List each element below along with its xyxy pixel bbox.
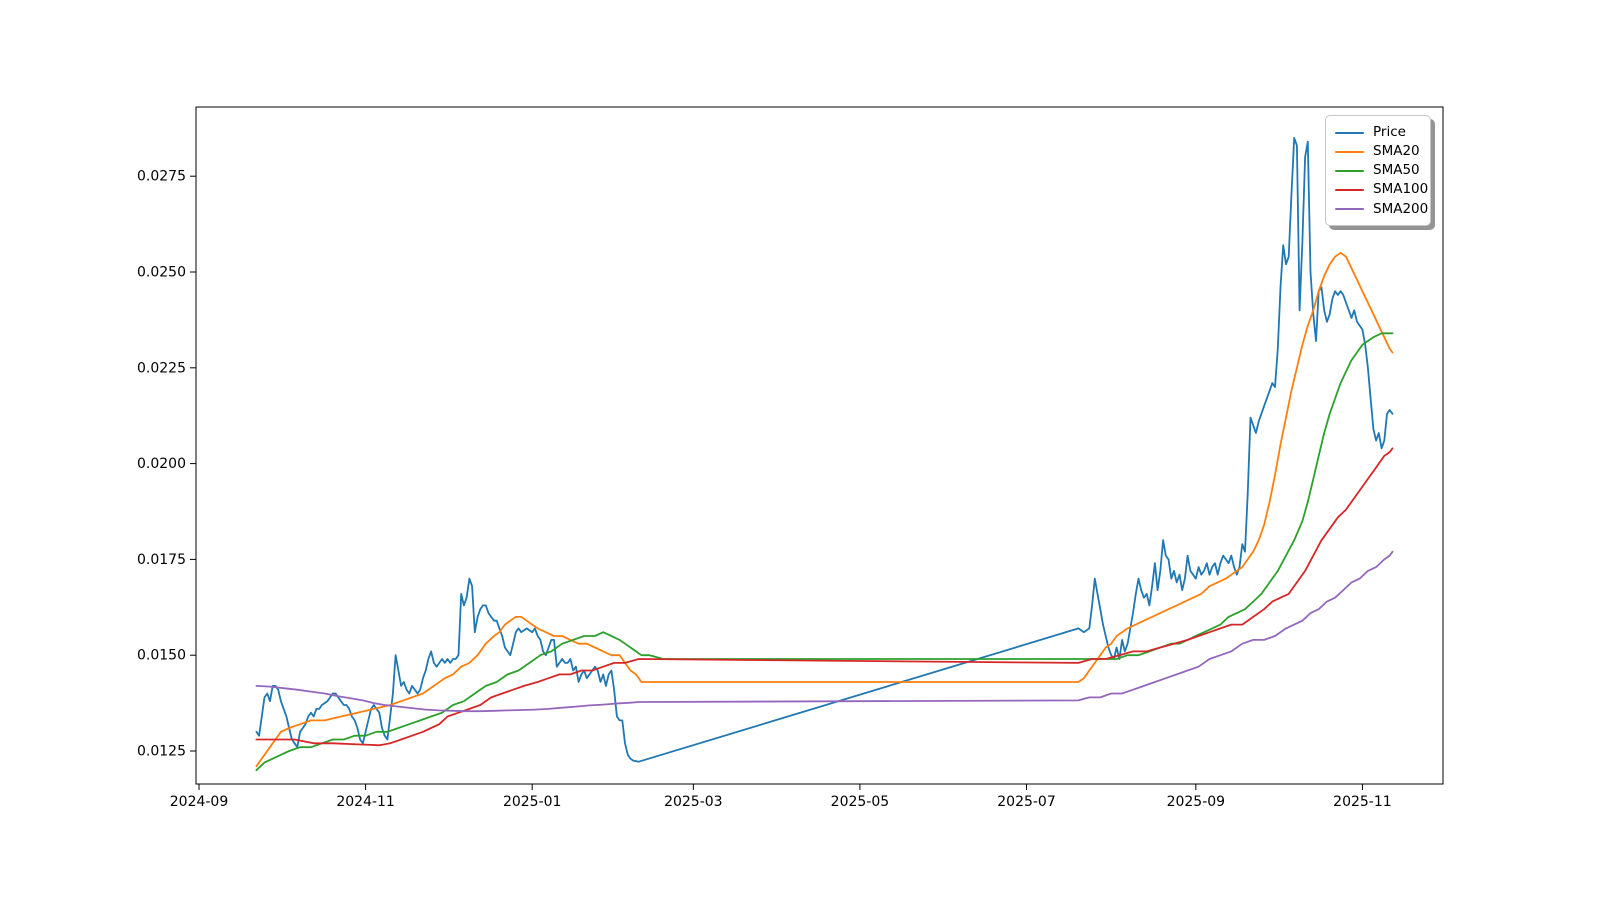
y-tick-label: 0.0175 — [137, 552, 186, 568]
legend-label-sma50: SMA50 — [1373, 162, 1420, 179]
x-tick-label: 2025-07 — [997, 794, 1056, 810]
legend-label-price: Price — [1373, 123, 1406, 140]
series-line-sma200 — [255, 550, 1394, 713]
y-tick-label: 0.0275 — [137, 169, 186, 185]
x-tick-label: 2025-03 — [664, 794, 723, 810]
series-line-sma20 — [255, 251, 1394, 768]
legend-line-sample-sma200 — [1335, 208, 1364, 211]
legend-line-sample-sma20 — [1335, 150, 1364, 153]
legend-item-price: Price — [1335, 123, 1425, 142]
x-tick-label: 2025-11 — [1333, 794, 1392, 810]
legend-label-sma20: SMA20 — [1373, 143, 1420, 160]
y-tick-label: 0.0200 — [137, 456, 186, 472]
chart-figure: 2024-09 2024-11 2025-01 2025-03 2025-05 2025-… — [0, 0, 1600, 900]
legend-label-sma100: SMA100 — [1373, 181, 1429, 198]
y-tick-label: 0.0125 — [137, 744, 186, 760]
legend-item-sma200: SMA200 — [1335, 200, 1429, 219]
legend-line-sample-price — [1335, 131, 1364, 134]
y-tick-label: 0.0250 — [137, 265, 186, 281]
x-tick-label: 2025-01 — [503, 794, 562, 810]
y-tick-label: 0.0225 — [137, 360, 186, 376]
legend-item-sma100: SMA100 — [1335, 181, 1429, 200]
x-tick-label: 2024-11 — [336, 794, 395, 810]
legend: Price SMA20 SMA50 SMA100 SMA200 — [1325, 115, 1431, 226]
y-tick-label: 0.0150 — [137, 648, 186, 664]
legend-label-sma200: SMA200 — [1373, 200, 1429, 217]
legend-line-sample-sma50 — [1335, 169, 1364, 172]
legend-item-sma20: SMA20 — [1335, 142, 1425, 161]
x-tick-label: 2025-05 — [831, 794, 890, 810]
x-tick-label: 2024-09 — [170, 794, 229, 810]
legend-item-sma50: SMA50 — [1335, 161, 1425, 180]
legend-line-sample-sma100 — [1335, 189, 1364, 192]
x-tick-label: 2025-09 — [1167, 794, 1226, 810]
series-line-price — [255, 137, 1394, 763]
